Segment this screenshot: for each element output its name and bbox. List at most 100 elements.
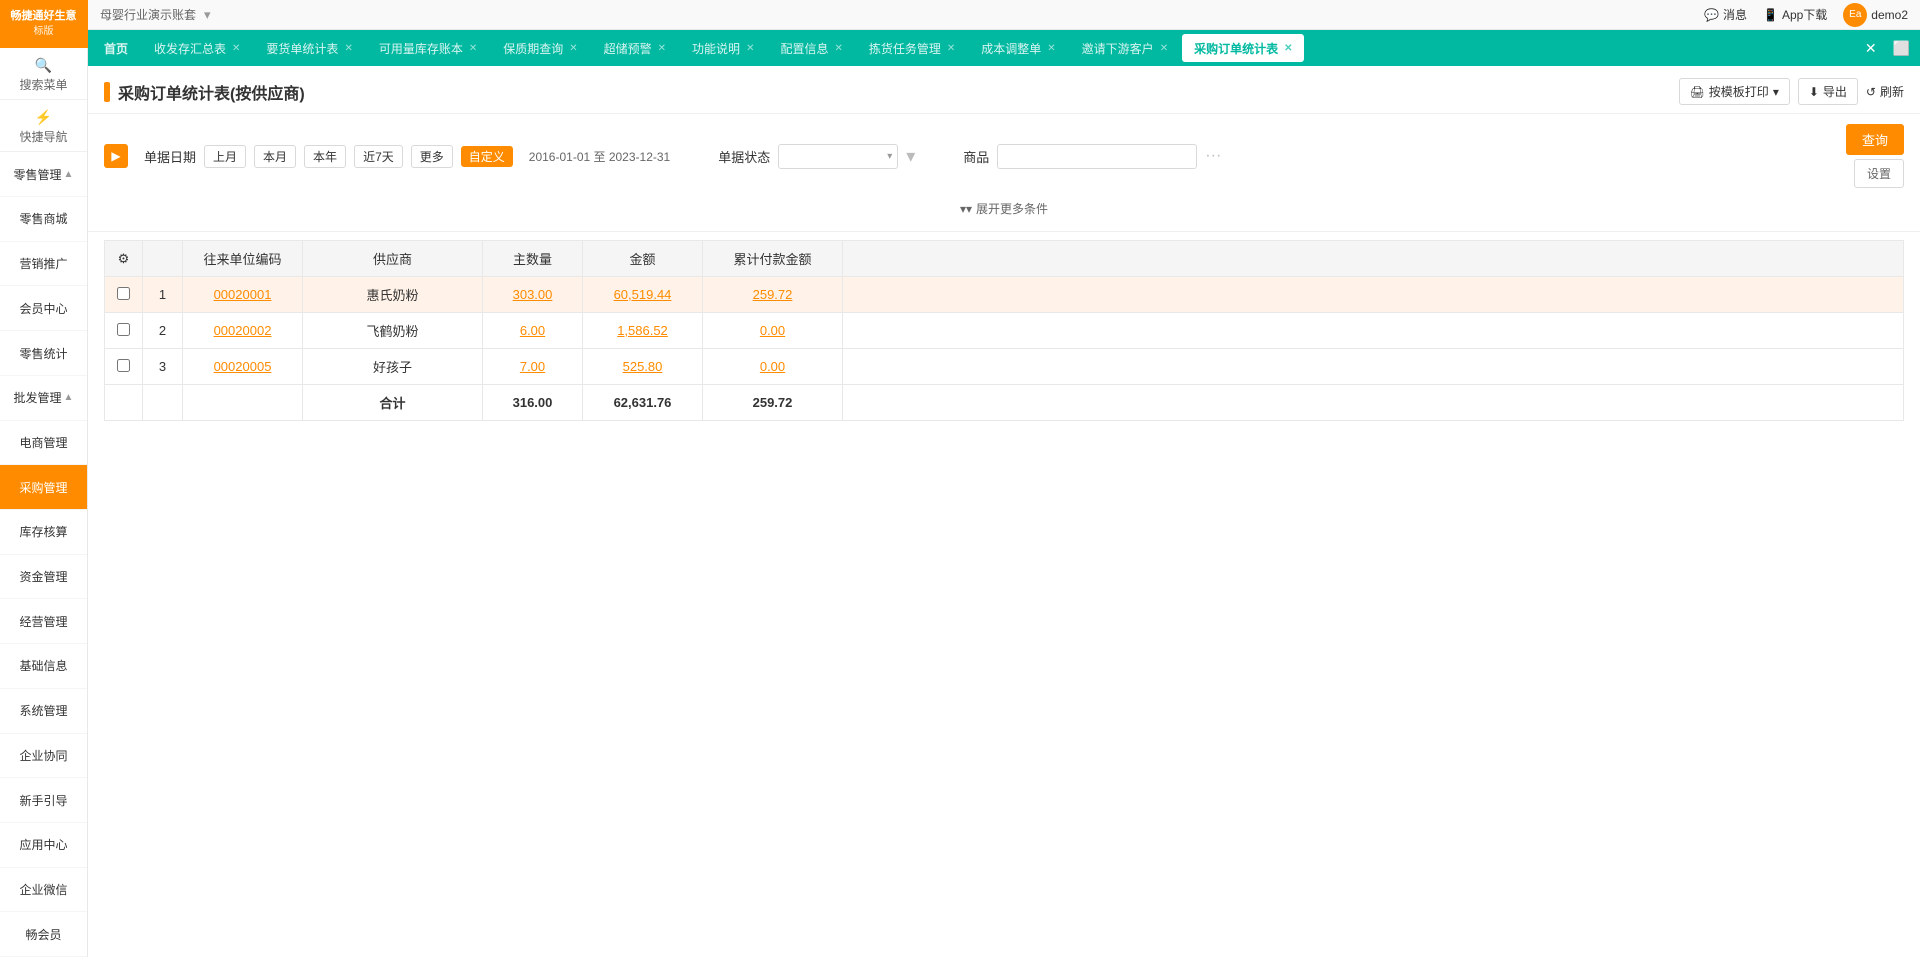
close-icon[interactable]: ✕ xyxy=(469,43,477,54)
row-checkbox[interactable] xyxy=(105,277,143,313)
close-icon[interactable]: ✕ xyxy=(834,43,842,54)
tab-purchase-stats[interactable]: 采购订单统计表 ✕ xyxy=(1182,34,1304,62)
tab-overstock-warning[interactable]: 超储预警 ✕ xyxy=(592,34,678,62)
row-amount[interactable]: 60,519.44 xyxy=(583,277,703,313)
goods-more-icon[interactable]: ··· xyxy=(1205,147,1221,165)
tab-receive-send[interactable]: 收发存汇总表 ✕ xyxy=(142,34,252,62)
sidebar-item-base-info[interactable]: 基础信息 xyxy=(0,644,87,689)
table-footer: 合计 316.00 62,631.76 259.72 xyxy=(105,385,1904,421)
row-paid[interactable]: 0.00 xyxy=(703,313,843,349)
message-button[interactable]: 💬 消息 xyxy=(1704,6,1747,23)
sidebar-item-member-center[interactable]: 会员中心 xyxy=(0,286,87,331)
row-extra xyxy=(843,277,1904,313)
row-code[interactable]: 00020002 xyxy=(183,313,303,349)
status-select[interactable] xyxy=(778,144,898,169)
row-extra xyxy=(843,313,1904,349)
extra-col-header xyxy=(843,241,1904,277)
sidebar-item-enterprise[interactable]: 企业协同 xyxy=(0,734,87,779)
sidebar-item-wholesale[interactable]: 批发管理 ▲ xyxy=(0,376,87,421)
export-icon: ⬇ xyxy=(1809,85,1819,99)
goods-input[interactable] xyxy=(997,144,1197,169)
sidebar-item-purchase[interactable]: 采购管理 xyxy=(0,465,87,510)
footer-empty2 xyxy=(143,385,183,421)
tab-order-stats[interactable]: 要货单统计表 ✕ xyxy=(254,34,364,62)
close-icon[interactable]: ✕ xyxy=(1160,43,1168,54)
tab-config-info[interactable]: 配置信息 ✕ xyxy=(768,34,854,62)
date-btn-more[interactable]: 更多 xyxy=(411,145,453,168)
navtabs: 首页 收发存汇总表 ✕ 要货单统计表 ✕ 可用量库存账本 ✕ 保质期查询 ✕ 超… xyxy=(88,30,1920,66)
close-icon[interactable]: ✕ xyxy=(947,43,955,54)
tab-pick-task[interactable]: 拣货任务管理 ✕ xyxy=(857,34,967,62)
logo-text: 畅捷通好生意 标版 xyxy=(11,9,77,38)
row-paid[interactable]: 0.00 xyxy=(703,349,843,385)
sidebar-item-quicknav[interactable]: ⚡ 快捷导航 xyxy=(0,100,87,152)
row-qty[interactable]: 303.00 xyxy=(483,277,583,313)
settings-button[interactable]: 设置 xyxy=(1854,159,1904,188)
refresh-button[interactable]: ↺ 刷新 xyxy=(1866,83,1904,100)
table-row: 2 00020002 飞鹤奶粉 6.00 1,586.52 0.00 xyxy=(105,313,1904,349)
user-menu[interactable]: Ea demo2 xyxy=(1843,3,1908,27)
sidebar-item-newbie[interactable]: 新手引导 xyxy=(0,778,87,823)
close-icon[interactable]: ✕ xyxy=(1047,43,1055,54)
sidebar-item-app-center[interactable]: 应用中心 xyxy=(0,823,87,868)
row-checkbox[interactable] xyxy=(105,349,143,385)
sidebar-item-system[interactable]: 系统管理 xyxy=(0,689,87,734)
content-area: 采购订单统计表(按供应商) 🖨 按模板打印 ▾ ⬇ 导出 ↺ 刷新 xyxy=(88,66,1920,957)
sidebar-item-finance[interactable]: 资金管理 xyxy=(0,555,87,600)
page-header: 采购订单统计表(按供应商) 🖨 按模板打印 ▾ ⬇ 导出 ↺ 刷新 xyxy=(88,66,1920,114)
row-amount[interactable]: 525.80 xyxy=(583,349,703,385)
date-custom-button[interactable]: 自定义 xyxy=(461,146,513,167)
row-qty[interactable]: 6.00 xyxy=(483,313,583,349)
close-icon[interactable]: ✕ xyxy=(1284,43,1292,54)
table-body: 1 00020001 惠氏奶粉 303.00 60,519.44 259.72 … xyxy=(105,277,1904,385)
row-checkbox[interactable] xyxy=(105,313,143,349)
sidebar-item-search[interactable]: 🔍 搜索菜单 xyxy=(0,48,87,100)
row-code[interactable]: 00020005 xyxy=(183,349,303,385)
tab-feature-desc[interactable]: 功能说明 ✕ xyxy=(680,34,766,62)
row-extra xyxy=(843,349,1904,385)
filter-collapse-button[interactable]: ▶ xyxy=(104,144,128,168)
sidebar-item-retail-mall[interactable]: 零售商城 xyxy=(0,197,87,242)
close-icon[interactable]: ✕ xyxy=(569,43,577,54)
tab-home[interactable]: 首页 xyxy=(92,34,140,62)
settings-icon[interactable]: ⚙ xyxy=(118,251,130,266)
row-amount[interactable]: 1,586.52 xyxy=(583,313,703,349)
tab-expiry-query[interactable]: 保质期查询 ✕ xyxy=(491,34,589,62)
status-filter-label: 单据状态 xyxy=(718,147,770,166)
tab-invite-downstream[interactable]: 邀请下游客户 ✕ xyxy=(1070,34,1180,62)
date-btn-7days[interactable]: 近7天 xyxy=(354,145,403,168)
avatar: Ea xyxy=(1843,3,1867,27)
dropdown-arrow-icon[interactable]: ▾ xyxy=(204,7,211,23)
print-button[interactable]: 🖨 按模板打印 ▾ xyxy=(1679,78,1790,105)
export-button[interactable]: ⬇ 导出 xyxy=(1798,78,1858,105)
chevron-icon: ▲ xyxy=(64,169,74,180)
close-icon[interactable]: ✕ xyxy=(658,43,666,54)
sidebar-item-wechat[interactable]: 企业微信 xyxy=(0,868,87,913)
tab-available-inventory[interactable]: 可用量库存账本 ✕ xyxy=(367,34,489,62)
tab-cost-adjust[interactable]: 成本调整单 ✕ xyxy=(969,34,1067,62)
sidebar-item-operations[interactable]: 经营管理 xyxy=(0,599,87,644)
query-button[interactable]: 查询 xyxy=(1846,124,1904,155)
row-qty[interactable]: 7.00 xyxy=(483,349,583,385)
row-code[interactable]: 00020001 xyxy=(183,277,303,313)
app-download-button[interactable]: 📱 App下载 xyxy=(1763,6,1827,23)
sidebar-item-retail-stats[interactable]: 零售统计 xyxy=(0,331,87,376)
close-all-tabs-button[interactable]: ✕ xyxy=(1859,38,1883,59)
sidebar-item-marketing[interactable]: 营销推广 xyxy=(0,242,87,287)
data-table: ⚙ 往来单位编码 供应商 主数量 金额 累计付款金额 xyxy=(104,240,1904,421)
refresh-icon: ↺ xyxy=(1866,85,1876,99)
date-btn-last-month[interactable]: 上月 xyxy=(204,145,246,168)
sidebar-item-ecommerce[interactable]: 电商管理 xyxy=(0,421,87,466)
close-icon[interactable]: ✕ xyxy=(232,43,240,54)
sidebar-item-inventory[interactable]: 库存核算 xyxy=(0,510,87,555)
date-btn-current-year[interactable]: 本年 xyxy=(304,145,346,168)
close-icon[interactable]: ✕ xyxy=(344,43,352,54)
maximize-button[interactable]: ⬜ xyxy=(1887,38,1916,59)
row-paid[interactable]: 259.72 xyxy=(703,277,843,313)
expand-more-button[interactable]: ▾▾ 展开更多条件 xyxy=(948,196,1060,221)
close-icon[interactable]: ✕ xyxy=(746,43,754,54)
date-btn-current-month[interactable]: 本月 xyxy=(254,145,296,168)
sidebar-item-member[interactable]: 畅会员 xyxy=(0,912,87,957)
sidebar-item-retail-mgmt[interactable]: 零售管理 ▲ xyxy=(0,152,87,197)
status-expand-icon[interactable]: ▾ xyxy=(906,146,915,167)
